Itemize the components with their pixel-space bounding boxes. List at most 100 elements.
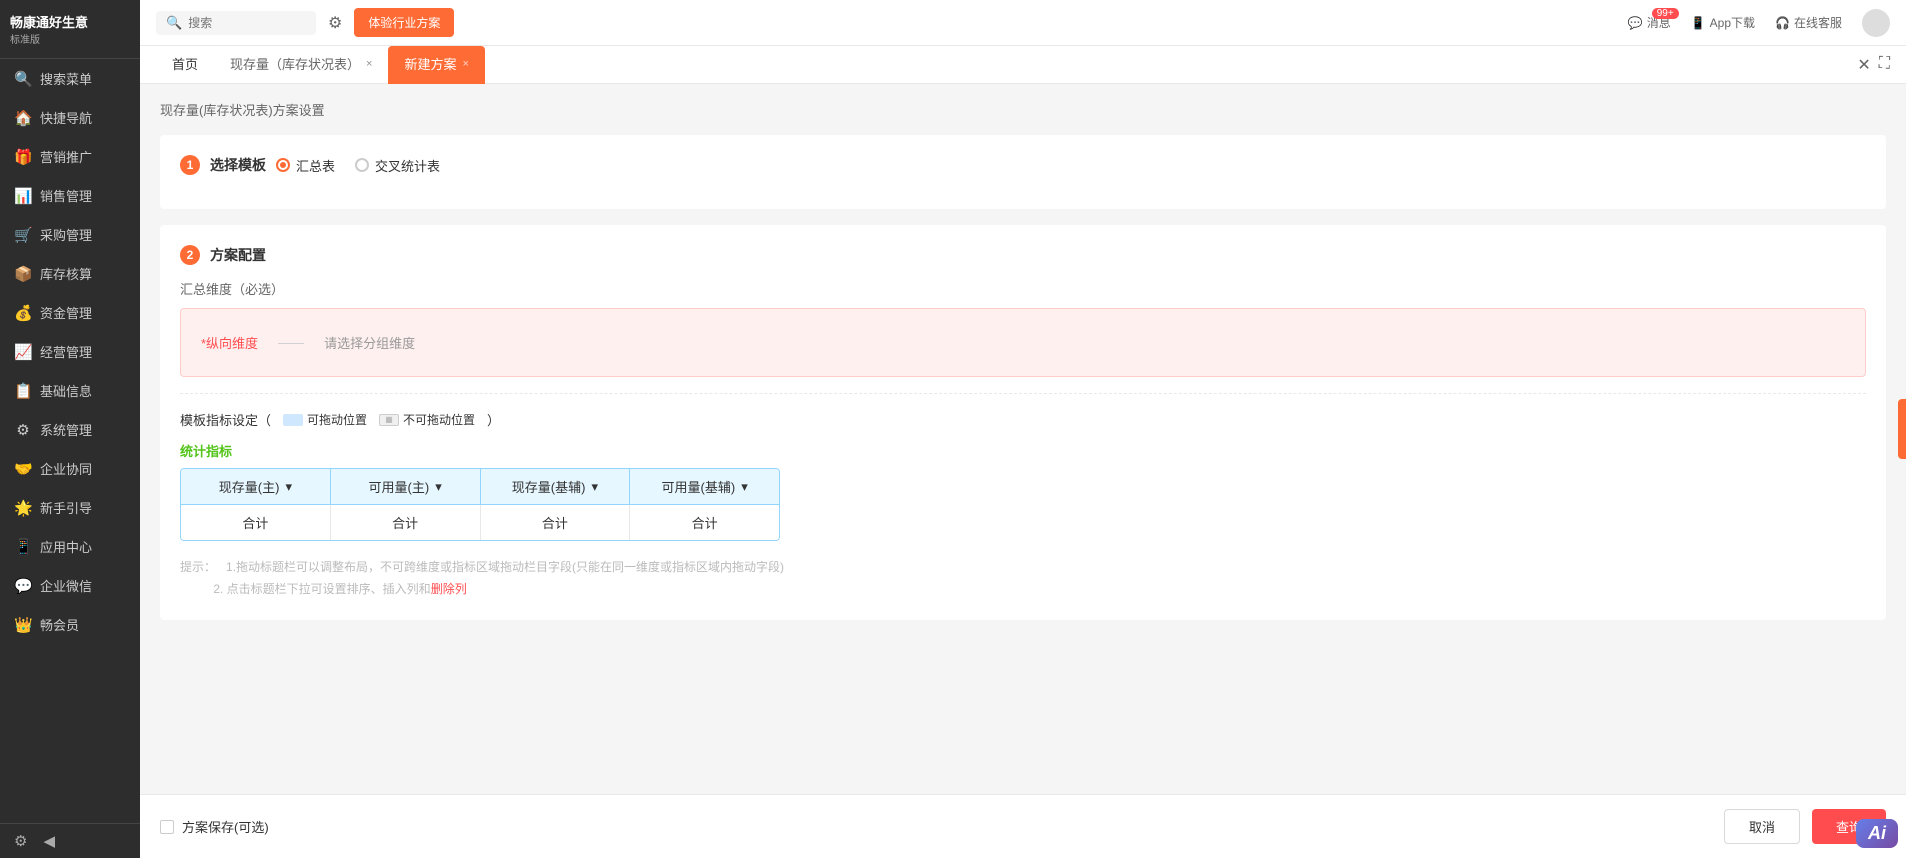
tab-bar: 首页 现存量（库存状况表） × 新建方案 × ✕ ⛶: [140, 46, 1906, 84]
step1-card: 1 选择模板 汇总表 交叉统计表: [160, 135, 1886, 209]
tabs-controls: ✕ ⛶: [1857, 55, 1890, 75]
draggable-indicator: 可拖动位置: [283, 411, 367, 428]
tips-item-2: 2. 点击标题栏下拉可设置排序、插入列和删除列: [180, 579, 1866, 601]
sidebar-item-purchase[interactable]: 🛒采购管理: [0, 215, 140, 254]
tab-new-plan-close-icon[interactable]: ×: [462, 58, 468, 70]
sidebar-item-appstore[interactable]: 📱应用中心: [0, 527, 140, 566]
tips-section: 提示： 1.拖动标题栏可以调整布局，不可跨维度或指标区域拖动栏目字段(只能在同一…: [180, 557, 1866, 600]
sidebar-item-shortcut[interactable]: 🏠 快捷导航: [0, 98, 140, 137]
dimension-required-label: *纵向维度: [201, 333, 258, 352]
sidebar-icon-member: 👑: [14, 616, 32, 634]
sidebar-item-marketing[interactable]: 🎁 营销推广: [0, 137, 140, 176]
sidebar-label-newbie: 新手引导: [40, 498, 92, 517]
sidebar-label-marketing: 营销推广: [40, 147, 92, 166]
save-checkbox[interactable]: [160, 820, 174, 834]
sidebar-item-system[interactable]: ⚙系统管理: [0, 410, 140, 449]
tips-delete-text: 删除列: [431, 582, 467, 596]
stats-table-header: 现存量(主)▾可用量(主)▾现存量(基辅)▾可用量(基辅)▾: [181, 469, 779, 504]
sidebar-label-member: 畅会员: [40, 615, 79, 634]
collapse-icon[interactable]: ◀: [43, 832, 55, 850]
sidebar-icon-newbie: 🌟: [14, 499, 32, 517]
stats-cell-0-2: 合计: [481, 505, 631, 540]
sidebar-item-cooperation[interactable]: 🤝企业协同: [0, 449, 140, 488]
sidebar-label-shortcut: 快捷导航: [40, 108, 92, 127]
app-download-label: App下载: [1710, 14, 1755, 31]
trial-btn[interactable]: 体验行业方案: [354, 8, 454, 37]
stats-table-row-0: 合计合计合计合计: [181, 504, 779, 540]
tabs-expand-icon[interactable]: ⛶: [1879, 55, 1890, 75]
online-service-btn[interactable]: 🎧 在线客服: [1775, 14, 1842, 31]
dimension-separator: ——: [278, 335, 304, 350]
content-area: 现存量(库存状况表)方案设置 1 选择模板 汇总表 交叉统计表: [140, 84, 1906, 794]
tab-inventory-close-icon[interactable]: ×: [366, 58, 372, 70]
sidebar-icon-shortcut: 🏠: [14, 109, 32, 127]
save-option: 方案保存(可选): [160, 817, 269, 836]
messages-badge: 99+: [1652, 8, 1679, 19]
sidebar-label-inventory: 库存核算: [40, 264, 92, 283]
stats-header-dropdown-3[interactable]: ▾: [741, 479, 748, 495]
radio-cross[interactable]: 交叉统计表: [355, 156, 440, 175]
tab-inventory-status[interactable]: 现存量（库存状况表） ×: [214, 46, 388, 84]
sidebar-item-operations[interactable]: 📈经营管理: [0, 332, 140, 371]
nodrag-label: 不可拖动位置: [403, 411, 475, 428]
gear-icon[interactable]: ⚙: [328, 13, 342, 33]
sidebar-icon-search: 🔍: [14, 70, 32, 88]
tab-home-label: 首页: [172, 54, 198, 73]
app-download-btn[interactable]: 📱 App下载: [1691, 14, 1755, 31]
step1-badge: 1: [180, 155, 200, 175]
stats-header-label-2: 现存量(基辅): [512, 477, 586, 496]
messages-btn[interactable]: 💬 消息 99+: [1628, 14, 1671, 31]
sidebar-label-operations: 经营管理: [40, 342, 92, 361]
avatar[interactable]: [1862, 9, 1890, 37]
radio-summary[interactable]: 汇总表: [276, 156, 335, 175]
sidebar-footer: ⚙ ◀: [0, 823, 140, 858]
step2-card: 2 方案配置 汇总维度（必选） *纵向维度 —— 请选择分组维度 模板指标设定（…: [160, 225, 1886, 620]
sidebar-item-sales[interactable]: 📊 销售管理: [0, 176, 140, 215]
stats-header-3[interactable]: 可用量(基辅) ▾: [630, 469, 779, 504]
sidebar-label-basic: 基础信息: [40, 381, 92, 400]
stats-header-dropdown-0[interactable]: ▾: [285, 479, 292, 495]
sidebar-item-wechat[interactable]: 💬企业微信: [0, 566, 140, 605]
sidebar-item-search[interactable]: 🔍搜索菜单: [0, 59, 140, 98]
radio-summary-circle: [276, 158, 290, 172]
search-input[interactable]: [188, 16, 306, 30]
sidebar-label-sales: 销售管理: [40, 186, 92, 205]
search-box[interactable]: 🔍: [156, 11, 316, 35]
topbar: 🔍 ⚙ 体验行业方案 💬 消息 99+ 📱 App下载 🎧 在线客服: [140, 0, 1906, 46]
stats-header-dropdown-1[interactable]: ▾: [435, 479, 442, 495]
stats-header-dropdown-2[interactable]: ▾: [591, 479, 598, 495]
sidebar-item-member[interactable]: 👑 畅会员: [0, 605, 140, 644]
dimension-area[interactable]: *纵向维度 —— 请选择分组维度: [180, 308, 1866, 377]
app-version: 标准版: [10, 31, 130, 46]
radio-summary-label: 汇总表: [296, 156, 335, 175]
sidebar-item-inventory[interactable]: 📦库存核算: [0, 254, 140, 293]
stats-cell-0-3: 合计: [630, 505, 779, 540]
stats-header-0[interactable]: 现存量(主) ▾: [181, 469, 331, 504]
tabs-close-icon[interactable]: ✕: [1857, 55, 1870, 75]
sidebar-item-newbie[interactable]: 🌟 新手引导: [0, 488, 140, 527]
settings-icon[interactable]: ⚙: [14, 832, 27, 850]
ai-badge[interactable]: Ai: [1856, 819, 1898, 848]
tips-title: 提示： 1.拖动标题栏可以调整布局，不可跨维度或指标区域拖动栏目字段(只能在同一…: [180, 557, 1866, 579]
message-icon: 💬: [1628, 16, 1643, 30]
sidebar-icon-marketing: 🎁: [14, 148, 32, 166]
drag-color-box: [283, 414, 303, 426]
stats-cell-0-0: 合计: [181, 505, 331, 540]
tab-home[interactable]: 首页: [156, 46, 214, 84]
right-edge-handle[interactable]: [1898, 399, 1906, 459]
tab-new-plan[interactable]: 新建方案 ×: [388, 46, 484, 84]
stats-header-label-3: 可用量(基辅): [662, 477, 736, 496]
step2-header: 2 方案配置: [180, 245, 1866, 265]
stats-header-label-0: 现存量(主): [219, 477, 280, 496]
stats-header-2[interactable]: 现存量(基辅) ▾: [481, 469, 631, 504]
sidebar-item-finance[interactable]: 💰资金管理: [0, 293, 140, 332]
radio-cross-label: 交叉统计表: [375, 156, 440, 175]
summary-dimension-label: 汇总维度（必选）: [180, 279, 1866, 298]
sidebar-icon-cooperation: 🤝: [14, 460, 32, 478]
sidebar-label-purchase: 采购管理: [40, 225, 92, 244]
cancel-button[interactable]: 取消: [1724, 809, 1800, 844]
sidebar-item-basic[interactable]: 📋基础信息: [0, 371, 140, 410]
dimension-placeholder: 请选择分组维度: [324, 333, 415, 352]
sidebar-icon-sales: 📊: [14, 187, 32, 205]
stats-header-1[interactable]: 可用量(主)▾: [331, 469, 481, 504]
